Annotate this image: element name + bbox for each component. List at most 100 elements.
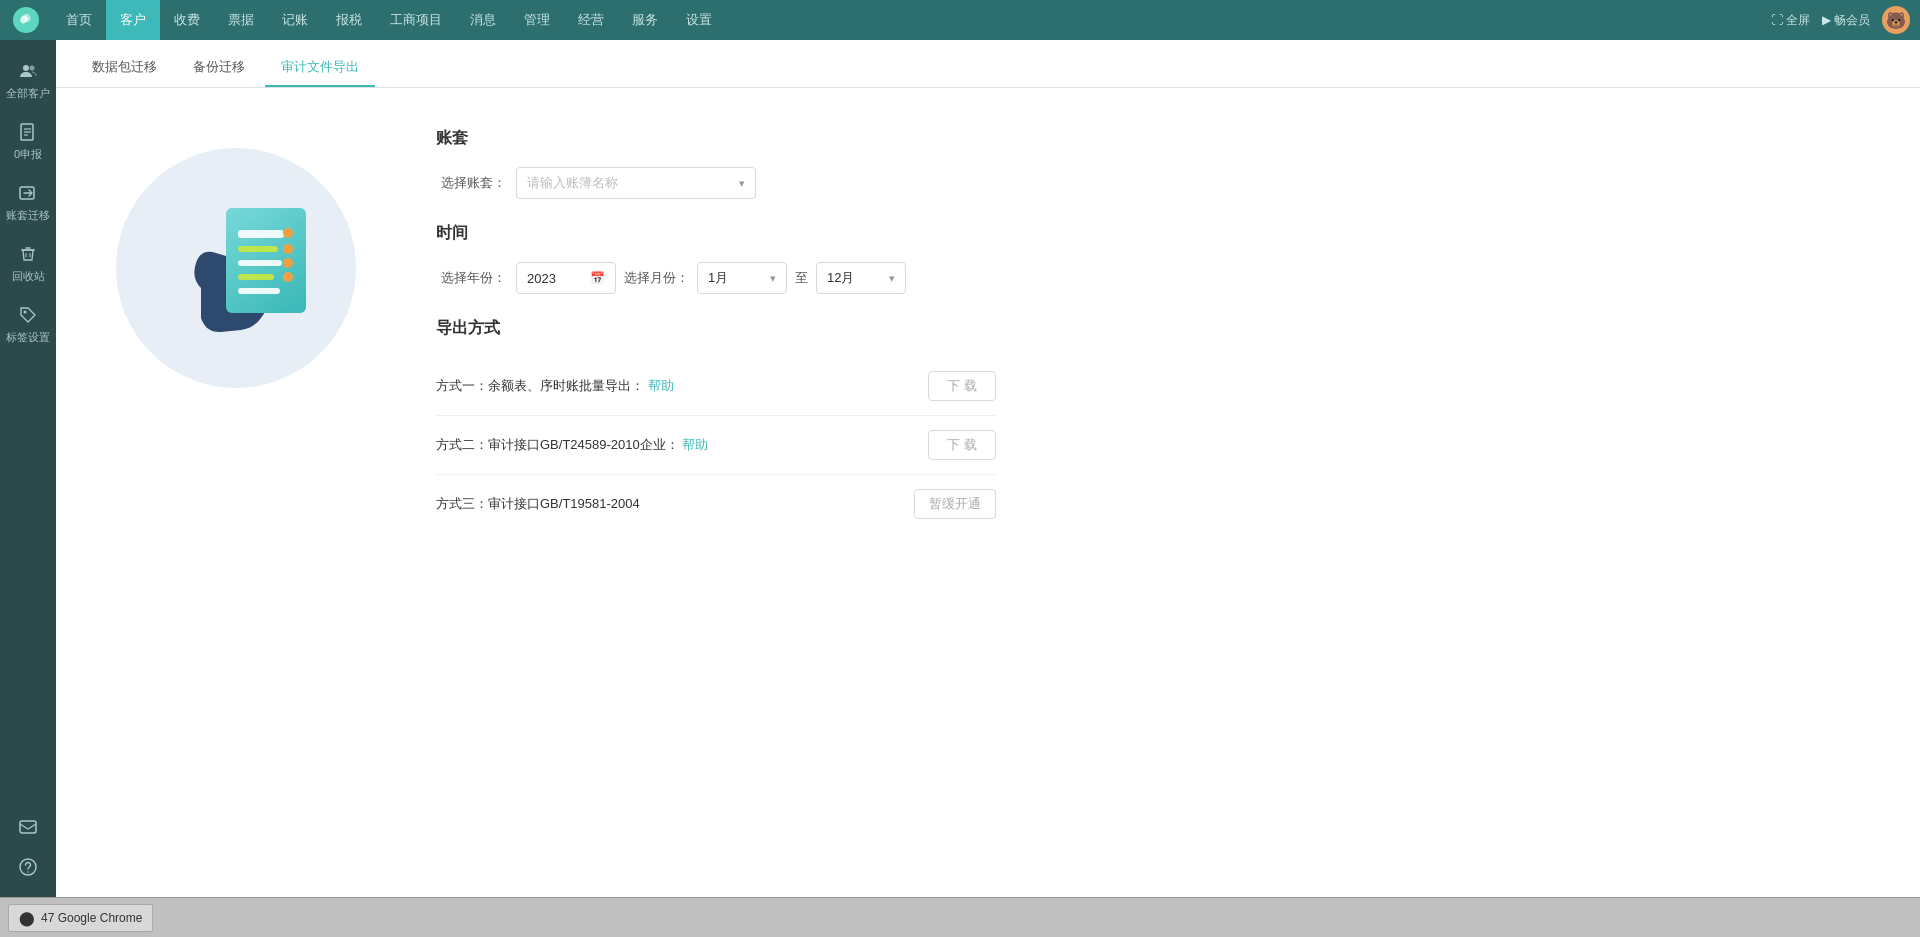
export-method-1-help-link[interactable]: 帮助 (648, 378, 674, 393)
account-select-label: 选择账套： (436, 174, 506, 192)
nav-operation[interactable]: 经营 (564, 0, 618, 40)
nav-manage[interactable]: 管理 (510, 0, 564, 40)
nav-tax[interactable]: 报税 (322, 0, 376, 40)
calendar-icon: 📅 (590, 271, 605, 285)
svg-rect-18 (238, 246, 278, 252)
sidebar-label-recycle: 回收站 (12, 269, 45, 284)
main-layout: 全部客户 0申报 账套迁移 (0, 40, 1920, 897)
fullscreen-label: 全屏 (1786, 12, 1810, 29)
sidebar: 全部客户 0申报 账套迁移 (0, 40, 56, 897)
svg-rect-20 (238, 274, 274, 280)
export-method-1-text: 方式一：余额表、序时账批量导出： 帮助 (436, 377, 674, 395)
app-logo[interactable] (10, 4, 42, 36)
nav-fee[interactable]: 收费 (160, 0, 214, 40)
svg-rect-12 (20, 821, 36, 833)
nav-right-controls: ⛶ 全屏 ▶ 畅会员 🐻 (1771, 6, 1910, 34)
time-row: 选择年份： 2023 📅 选择月份： 1月 ▾ 至 12月 (436, 262, 996, 294)
account-dropdown-arrow-icon: ▾ (739, 177, 745, 190)
nav-message[interactable]: 消息 (456, 0, 510, 40)
all-customers-icon (17, 60, 39, 82)
export-method-row-1: 方式一：余额表、序时账批量导出： 帮助 下 载 (436, 357, 996, 416)
export-method-2-text: 方式二：审计接口GB/T24589-2010企业： 帮助 (436, 436, 708, 454)
export-method-3-label: 方式三：审计接口GB/T19581-2004 (436, 496, 640, 511)
nav-service[interactable]: 服务 (618, 0, 672, 40)
time-controls: 2023 📅 选择月份： 1月 ▾ 至 12月 ▾ (516, 262, 906, 294)
export-method-row-2: 方式二：审计接口GB/T24589-2010企业： 帮助 下 载 (436, 416, 996, 475)
start-month-value: 1月 (708, 269, 728, 287)
download-button-2[interactable]: 下 载 (928, 430, 996, 460)
user-avatar[interactable]: 🐻 (1882, 6, 1910, 34)
svg-point-1 (23, 65, 29, 71)
svg-rect-21 (238, 288, 280, 294)
nav-invoice[interactable]: 票据 (214, 0, 268, 40)
sidebar-item-all-customers[interactable]: 全部客户 (0, 50, 56, 111)
account-migration-icon (17, 182, 39, 204)
export-method-row-3: 方式三：审计接口GB/T19581-2004 暂缓开通 (436, 475, 996, 533)
fullscreen-button[interactable]: ⛶ 全屏 (1771, 12, 1810, 29)
account-section-title: 账套 (436, 128, 996, 149)
nav-business[interactable]: 工商项目 (376, 0, 456, 40)
illustration-circle (116, 148, 356, 388)
sidebar-item-account-migration[interactable]: 账套迁移 (0, 172, 56, 233)
sidebar-help-icon[interactable] (0, 847, 56, 887)
svg-rect-19 (238, 260, 282, 266)
tag-icon (17, 304, 39, 326)
svg-point-2 (30, 66, 35, 71)
time-to-separator: 至 (795, 269, 808, 287)
month-select-label: 选择月份： (624, 269, 689, 287)
vip-button[interactable]: ▶ 畅会员 (1822, 12, 1870, 29)
sidebar-label-account-migration: 账套迁移 (6, 208, 50, 223)
illustration-area (116, 128, 356, 857)
sidebar-label-all-customers: 全部客户 (6, 86, 50, 101)
audit-illustration (146, 168, 326, 368)
opening-button-3[interactable]: 暂缓开通 (914, 489, 996, 519)
nav-settings[interactable]: 设置 (672, 0, 726, 40)
end-month-value: 12月 (827, 269, 854, 287)
account-select-input[interactable]: 请输入账簿名称 ▾ (516, 167, 756, 199)
tab-audit-export[interactable]: 审计文件导出 (265, 49, 375, 87)
form-area: 账套 选择账套： 请输入账簿名称 ▾ 时间 选择年份： 2023 (436, 128, 996, 857)
sidebar-message-icon[interactable] (0, 807, 56, 847)
chrome-icon: ⬤ (19, 910, 35, 926)
nav-items: 首页 客户 收费 票据 记账 报税 工商项目 消息 管理 经营 服务 设置 (52, 0, 1771, 40)
nav-customer[interactable]: 客户 (106, 0, 160, 40)
tab-backup-migration[interactable]: 备份迁移 (177, 49, 261, 87)
start-month-select[interactable]: 1月 ▾ (697, 262, 787, 294)
end-month-select[interactable]: 12月 ▾ (816, 262, 906, 294)
year-value: 2023 (527, 271, 556, 286)
sidebar-item-tag-settings[interactable]: 标签设置 (0, 294, 56, 355)
year-select-label: 选择年份： (436, 269, 506, 287)
zero-report-icon (17, 121, 39, 143)
nav-bookkeeping[interactable]: 记账 (268, 0, 322, 40)
account-placeholder: 请输入账簿名称 (527, 174, 618, 192)
export-method-1-label: 方式一：余额表、序时账批量导出： (436, 378, 644, 393)
content-area: 数据包迁移 备份迁移 审计文件导出 (56, 40, 1920, 897)
tab-data-migration[interactable]: 数据包迁移 (76, 49, 173, 87)
sidebar-bottom (0, 807, 56, 897)
account-select-row: 选择账套： 请输入账簿名称 ▾ (436, 167, 996, 199)
export-method-2-help-link[interactable]: 帮助 (682, 437, 708, 452)
sidebar-item-recycle[interactable]: 回收站 (0, 233, 56, 294)
time-section-title: 时间 (436, 223, 996, 244)
svg-point-22 (283, 228, 293, 238)
fullscreen-icon: ⛶ (1771, 13, 1783, 27)
nav-home[interactable]: 首页 (52, 0, 106, 40)
export-method-3-text: 方式三：审计接口GB/T19581-2004 (436, 495, 640, 513)
export-method-2-label: 方式二：审计接口GB/T24589-2010企业： (436, 437, 679, 452)
download-button-1[interactable]: 下 载 (928, 371, 996, 401)
sidebar-item-zero-report[interactable]: 0申报 (0, 111, 56, 172)
svg-point-23 (283, 244, 293, 254)
export-section-title: 导出方式 (436, 318, 996, 339)
start-month-arrow-icon: ▾ (770, 272, 776, 285)
export-methods-section: 导出方式 方式一：余额表、序时账批量导出： 帮助 下 载 方式二：审计接口GB/… (436, 318, 996, 533)
svg-point-11 (24, 311, 27, 314)
sub-tabs: 数据包迁移 备份迁移 审计文件导出 (56, 40, 1920, 88)
taskbar-item-label: 47 Google Chrome (41, 911, 142, 925)
svg-point-24 (283, 258, 293, 268)
top-navigation: 首页 客户 收费 票据 记账 报税 工商项目 消息 管理 经营 服务 设置 ⛶ … (0, 0, 1920, 40)
taskbar-chrome-item[interactable]: ⬤ 47 Google Chrome (8, 904, 153, 932)
recycle-icon (17, 243, 39, 265)
year-input[interactable]: 2023 📅 (516, 262, 616, 294)
sidebar-label-zero-report: 0申报 (14, 147, 42, 162)
end-month-arrow-icon: ▾ (889, 272, 895, 285)
